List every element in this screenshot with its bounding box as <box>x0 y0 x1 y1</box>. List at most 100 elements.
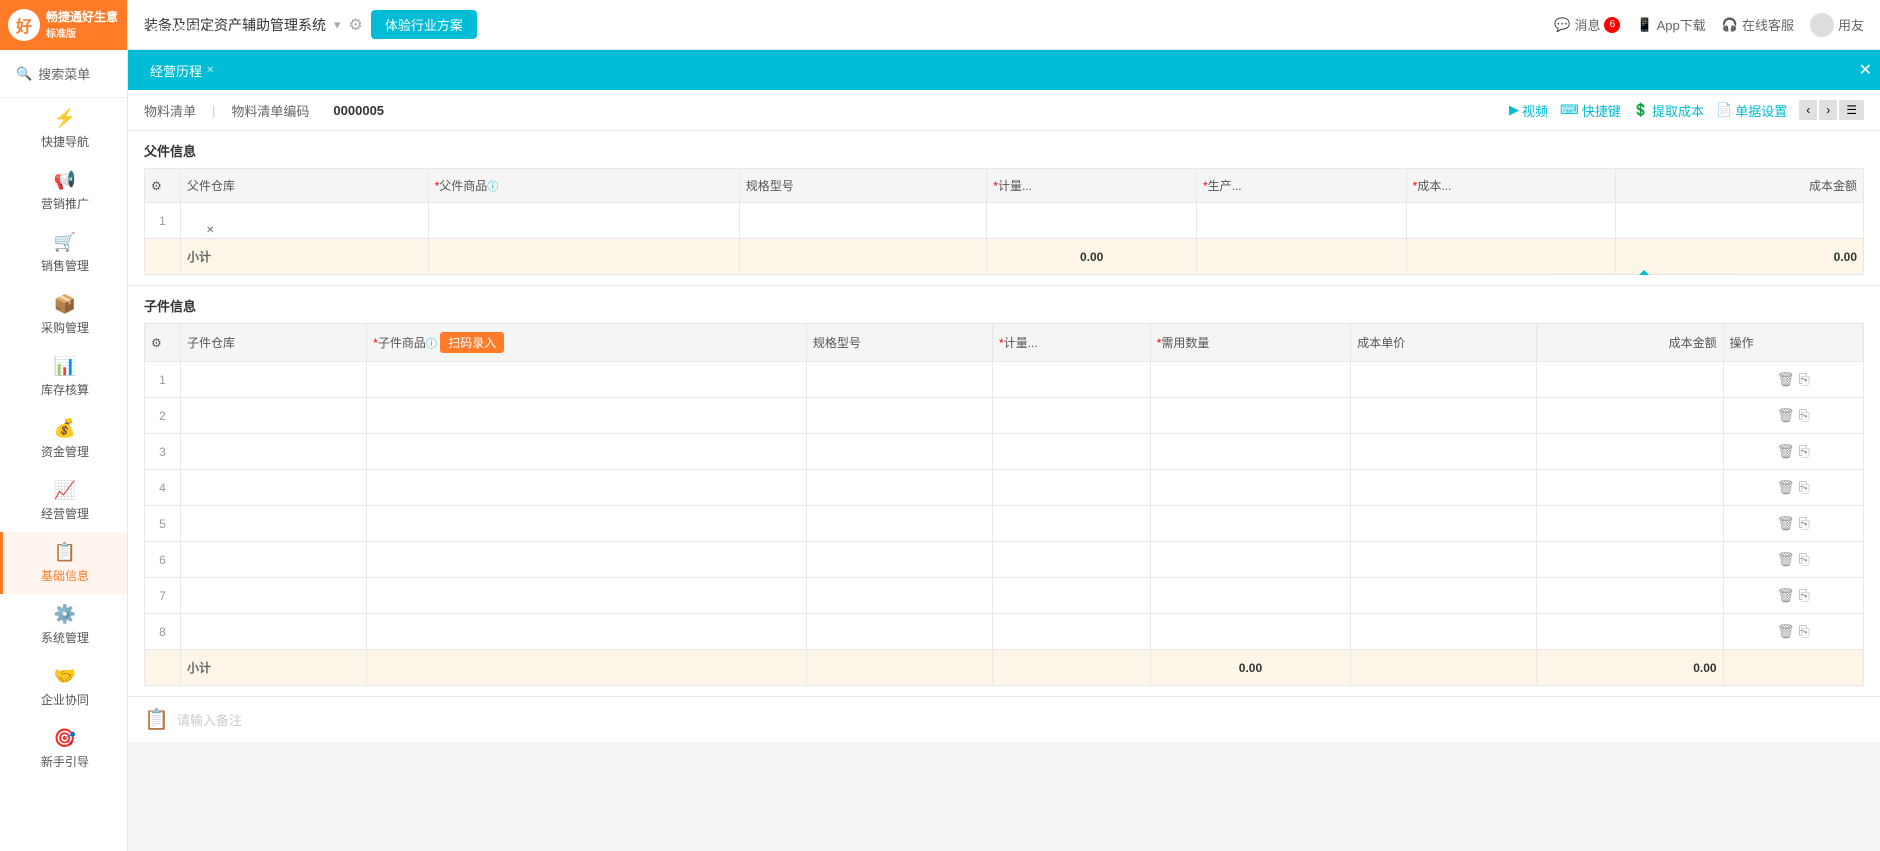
sidebar-item-basic[interactable]: 📋基础信息 <box>0 532 127 594</box>
child-goods-6[interactable] <box>367 542 807 578</box>
sidebar-item-guide[interactable]: 🎯新手引导 <box>0 718 127 780</box>
copy-icon-2[interactable]: ⎘ <box>1799 407 1810 424</box>
child-spec-7[interactable] <box>806 578 992 614</box>
child-unit-6[interactable] <box>993 542 1151 578</box>
child-warehouse-2[interactable] <box>181 398 367 434</box>
sidebar-item-purchase[interactable]: 📦采购管理 <box>0 284 127 346</box>
menu-button[interactable]: ☰ <box>1839 100 1864 120</box>
child-goods-8[interactable] <box>367 614 807 650</box>
settings-icon[interactable]: ⚙ <box>349 15 363 35</box>
view-action[interactable]: ▶ 视频 <box>1509 101 1548 120</box>
scan-button[interactable]: 扫码录入 <box>440 332 504 353</box>
copy-icon-1[interactable]: ⎘ <box>1799 371 1810 388</box>
tab-经营历程[interactable]: 经营历程 ✕ <box>136 50 228 90</box>
child-need-qty-5[interactable] <box>1150 506 1350 542</box>
child-unit-cost-4[interactable] <box>1351 470 1537 506</box>
child-need-qty-2[interactable] <box>1150 398 1350 434</box>
user-item[interactable]: 用友 <box>1810 13 1864 37</box>
delete-icon-7[interactable]: 🗑 <box>1777 587 1795 604</box>
tab-经营情况[interactable]: 经营情况 ✕ <box>136 0 228 10</box>
child-need-qty-3[interactable] <box>1150 434 1350 470</box>
copy-icon-5[interactable]: ⎘ <box>1799 515 1810 532</box>
child-unit-1[interactable] <box>993 362 1151 398</box>
child-spec-2[interactable] <box>806 398 992 434</box>
child-goods-2[interactable] <box>367 398 807 434</box>
parent-warehouse-1[interactable] <box>181 203 429 239</box>
child-unit-3[interactable] <box>993 434 1151 470</box>
child-unit-cost-8[interactable] <box>1351 614 1537 650</box>
parent-col-settings[interactable]: ⚙ <box>145 169 181 203</box>
online-service-item[interactable]: 🎧 在线客服 <box>1722 15 1794 34</box>
tab-利润报告[interactable]: 利润报告 ✕ <box>136 10 228 50</box>
sidebar-item-sales[interactable]: 🛒销售管理 <box>0 222 127 284</box>
close-all-icon[interactable]: ✕ <box>1859 60 1872 80</box>
search-button[interactable]: 🔍 搜索菜单 <box>8 58 119 89</box>
child-need-qty-4[interactable] <box>1150 470 1350 506</box>
sidebar-item-system[interactable]: ⚙️系统管理 <box>0 594 127 656</box>
delete-icon-4[interactable]: 🗑 <box>1777 479 1795 496</box>
child-spec-4[interactable] <box>806 470 992 506</box>
trial-button[interactable]: 体验行业方案 <box>371 10 477 39</box>
parent-produce-1[interactable] <box>1196 203 1406 239</box>
parent-cost-1[interactable] <box>1406 203 1616 239</box>
copy-icon-4[interactable]: ⎘ <box>1799 479 1810 496</box>
delete-icon-8[interactable]: 🗑 <box>1777 623 1795 640</box>
copy-icon-6[interactable]: ⎘ <box>1799 551 1810 568</box>
child-need-qty-6[interactable] <box>1150 542 1350 578</box>
copy-icon-8[interactable]: ⎘ <box>1799 623 1810 640</box>
child-unit-cost-5[interactable] <box>1351 506 1537 542</box>
copy-icon-3[interactable]: ⎘ <box>1799 443 1810 460</box>
app-download-item[interactable]: 📱 App下载 <box>1636 15 1705 34</box>
child-unit-cost-6[interactable] <box>1351 542 1537 578</box>
child-goods-3[interactable] <box>367 434 807 470</box>
settings-action[interactable]: 📄 单据设置 <box>1716 101 1787 120</box>
sidebar-item-finance[interactable]: 💰资金管理 <box>0 408 127 470</box>
delete-icon-2[interactable]: 🗑 <box>1777 407 1795 424</box>
sidebar-item-operation[interactable]: 📈经营管理 <box>0 470 127 532</box>
tab-close-新增商品[interactable]: ✕ <box>206 145 214 156</box>
child-goods-7[interactable] <box>367 578 807 614</box>
child-unit-2[interactable] <box>993 398 1151 434</box>
child-unit-cost-2[interactable] <box>1351 398 1537 434</box>
sidebar-item-marketing[interactable]: 📢营销推广 <box>0 160 127 222</box>
child-warehouse-4[interactable] <box>181 470 367 506</box>
child-need-qty-1[interactable] <box>1150 362 1350 398</box>
parent-spec-1[interactable] <box>739 203 987 239</box>
child-goods-4[interactable] <box>367 470 807 506</box>
copy-icon-7[interactable]: ⎘ <box>1799 587 1810 604</box>
child-unit-cost-3[interactable] <box>1351 434 1537 470</box>
delete-icon-6[interactable]: 🗑 <box>1777 551 1795 568</box>
delete-icon-5[interactable]: 🗑 <box>1777 515 1795 532</box>
cost-action[interactable]: 💲 提取成本 <box>1633 101 1704 120</box>
child-col-settings[interactable]: ⚙ <box>145 324 181 362</box>
child-goods-1[interactable] <box>367 362 807 398</box>
delete-icon-1[interactable]: 🗑 <box>1777 371 1795 388</box>
child-unit-cost-1[interactable] <box>1351 362 1537 398</box>
parent-goods-1[interactable] <box>428 203 739 239</box>
child-spec-1[interactable] <box>806 362 992 398</box>
child-unit-4[interactable] <box>993 470 1151 506</box>
child-unit-cost-7[interactable] <box>1351 578 1537 614</box>
child-unit-5[interactable] <box>993 506 1151 542</box>
message-item[interactable]: 💬 消息 6 <box>1554 15 1620 34</box>
child-warehouse-1[interactable] <box>181 362 367 398</box>
child-warehouse-3[interactable] <box>181 434 367 470</box>
child-spec-8[interactable] <box>806 614 992 650</box>
child-warehouse-5[interactable] <box>181 506 367 542</box>
sidebar-item-inventory[interactable]: 📊库存核算 <box>0 346 127 408</box>
sidebar-item-cooperation[interactable]: 🤝企业协同 <box>0 656 127 718</box>
shortcut-action[interactable]: ⌨ 快捷键 <box>1560 101 1621 120</box>
child-unit-7[interactable] <box>993 578 1151 614</box>
child-need-qty-8[interactable] <box>1150 614 1350 650</box>
child-warehouse-7[interactable] <box>181 578 367 614</box>
child-goods-5[interactable] <box>367 506 807 542</box>
child-need-qty-7[interactable] <box>1150 578 1350 614</box>
child-spec-5[interactable] <box>806 506 992 542</box>
child-unit-8[interactable] <box>993 614 1151 650</box>
dropdown-icon[interactable]: ▾ <box>334 17 341 33</box>
child-spec-6[interactable] <box>806 542 992 578</box>
sidebar-item-quick-nav[interactable]: ⚡快捷导航 <box>0 98 127 160</box>
child-warehouse-6[interactable] <box>181 542 367 578</box>
child-spec-3[interactable] <box>806 434 992 470</box>
tab-close-商品[interactable]: ✕ <box>180 105 188 116</box>
